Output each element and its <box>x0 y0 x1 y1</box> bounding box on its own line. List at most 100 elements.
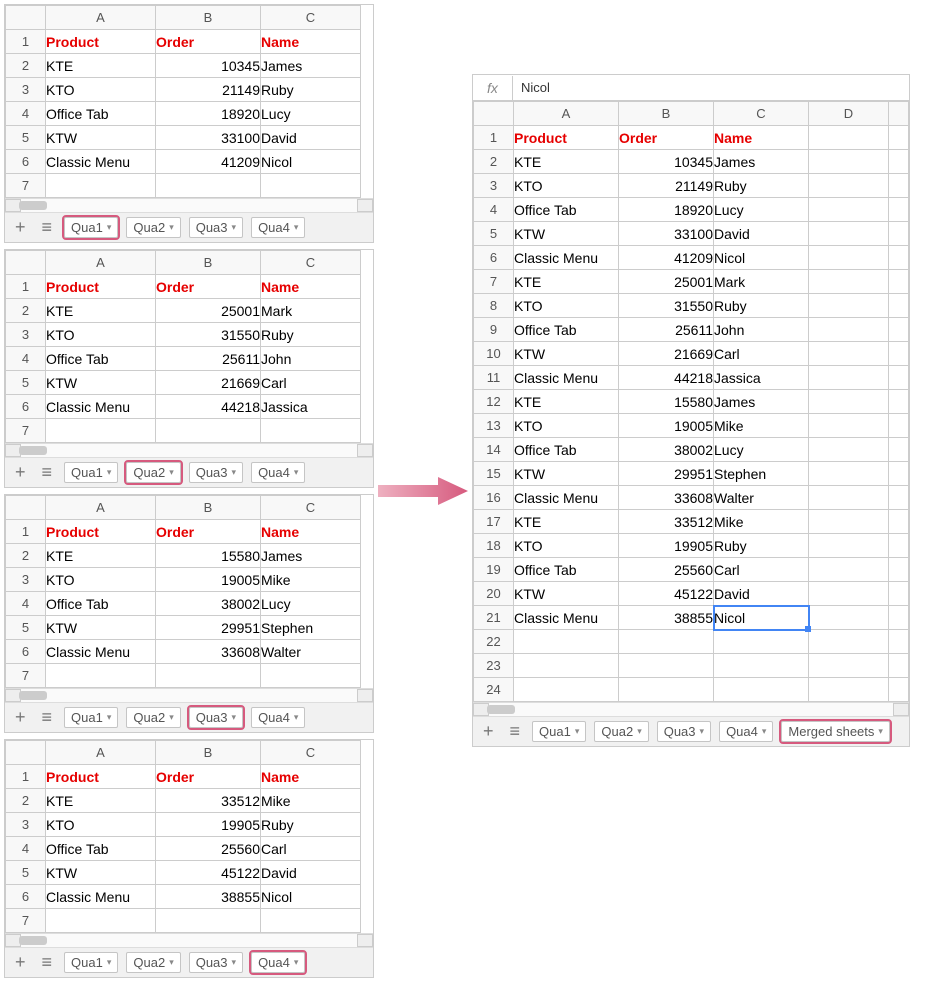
spreadsheet-cell[interactable]: KTO <box>514 294 619 318</box>
spreadsheet-cell[interactable]: Ruby <box>714 534 809 558</box>
spreadsheet-cell[interactable]: Mark <box>261 299 361 323</box>
row-header[interactable]: 4 <box>6 592 46 616</box>
select-all-box[interactable] <box>6 496 46 520</box>
spreadsheet-cell[interactable]: Carl <box>261 371 361 395</box>
all-sheets-icon[interactable]: ≡ <box>38 707 57 728</box>
row-header[interactable]: 5 <box>6 616 46 640</box>
select-all-box[interactable] <box>474 102 514 126</box>
spreadsheet-cell[interactable]: 33608 <box>619 486 714 510</box>
horizontal-scrollbar[interactable] <box>473 702 909 716</box>
spreadsheet-cell[interactable]: 29951 <box>156 616 261 640</box>
spreadsheet-cell[interactable]: KTO <box>46 813 156 837</box>
horizontal-scrollbar[interactable] <box>5 198 373 212</box>
spreadsheet-cell[interactable]: KTW <box>514 222 619 246</box>
spreadsheet-cell[interactable]: Nicol <box>714 246 809 270</box>
spreadsheet-cell[interactable]: 33512 <box>156 789 261 813</box>
col-header-C[interactable]: C <box>261 496 361 520</box>
col-header-A[interactable]: A <box>46 496 156 520</box>
spreadsheet-cell[interactable]: Ruby <box>261 813 361 837</box>
header-cell[interactable]: Name <box>261 765 361 789</box>
horizontal-scrollbar[interactable] <box>5 688 373 702</box>
row-header[interactable]: 10 <box>474 342 514 366</box>
spreadsheet-cell[interactable]: Jassica <box>261 395 361 419</box>
header-cell[interactable]: Product <box>514 126 619 150</box>
row-header[interactable]: 7 <box>6 419 46 443</box>
spreadsheet-cell[interactable]: Classic Menu <box>514 366 619 390</box>
spreadsheet-cell[interactable]: 44218 <box>156 395 261 419</box>
spreadsheet-cell[interactable]: Classic Menu <box>46 885 156 909</box>
row-header[interactable]: 1 <box>6 520 46 544</box>
row-header[interactable]: 14 <box>474 438 514 462</box>
sheet-tab-q3[interactable]: Qua3▾ <box>657 721 711 742</box>
spreadsheet-cell[interactable]: 19005 <box>619 414 714 438</box>
row-header[interactable]: 6 <box>6 395 46 419</box>
spreadsheet-cell[interactable]: KTO <box>514 414 619 438</box>
spreadsheet-cell[interactable]: Carl <box>714 342 809 366</box>
row-header[interactable]: 23 <box>474 654 514 678</box>
spreadsheet-cell[interactable]: 33100 <box>156 126 261 150</box>
spreadsheet-cell[interactable]: Mike <box>261 568 361 592</box>
sheet-tab-q4[interactable]: Qua4▾ <box>719 721 773 742</box>
sheet-tab-q1[interactable]: Qua1▾ <box>64 952 118 973</box>
spreadsheet-cell[interactable]: Office Tab <box>46 347 156 371</box>
row-header[interactable]: 3 <box>6 323 46 347</box>
header-cell[interactable]: Order <box>156 520 261 544</box>
horizontal-scrollbar[interactable] <box>5 933 373 947</box>
spreadsheet-cell[interactable]: Mike <box>261 789 361 813</box>
spreadsheet-cell[interactable]: 10345 <box>156 54 261 78</box>
spreadsheet-cell[interactable]: 41209 <box>619 246 714 270</box>
sheet-tab-q3[interactable]: Qua3▾ <box>189 462 243 483</box>
row-header[interactable]: 4 <box>6 102 46 126</box>
spreadsheet-cell[interactable]: 19905 <box>156 813 261 837</box>
formula-input[interactable]: Nicol <box>513 78 558 97</box>
spreadsheet-cell[interactable]: 33608 <box>156 640 261 664</box>
spreadsheet-cell[interactable]: Classic Menu <box>514 486 619 510</box>
header-cell[interactable]: Order <box>619 126 714 150</box>
all-sheets-icon[interactable]: ≡ <box>38 462 57 483</box>
spreadsheet-cell[interactable]: John <box>261 347 361 371</box>
add-sheet-icon[interactable]: + <box>11 462 30 483</box>
row-header[interactable]: 5 <box>6 371 46 395</box>
spreadsheet-cell[interactable]: KTW <box>46 861 156 885</box>
row-header[interactable]: 3 <box>6 78 46 102</box>
sheet-tab-q3[interactable]: Qua3▾ <box>189 217 243 238</box>
spreadsheet-cell[interactable]: 38855 <box>619 606 714 630</box>
spreadsheet-cell[interactable]: Office Tab <box>514 318 619 342</box>
row-header[interactable]: 2 <box>6 789 46 813</box>
header-cell[interactable]: Product <box>46 765 156 789</box>
spreadsheet-cell[interactable]: KTW <box>514 342 619 366</box>
spreadsheet-cell[interactable]: Office Tab <box>514 198 619 222</box>
spreadsheet-cell[interactable]: 21149 <box>156 78 261 102</box>
row-header[interactable]: 5 <box>474 222 514 246</box>
row-header[interactable]: 7 <box>6 664 46 688</box>
spreadsheet-cell[interactable]: Office Tab <box>514 438 619 462</box>
spreadsheet-cell[interactable]: Office Tab <box>514 558 619 582</box>
row-header[interactable]: 2 <box>6 54 46 78</box>
header-cell[interactable]: Name <box>261 30 361 54</box>
row-header[interactable]: 6 <box>474 246 514 270</box>
row-header[interactable]: 1 <box>6 275 46 299</box>
spreadsheet-cell[interactable]: Walter <box>714 486 809 510</box>
spreadsheet-cell[interactable]: 19005 <box>156 568 261 592</box>
sheet-tab-q4[interactable]: Qua4▾ <box>251 217 305 238</box>
spreadsheet-cell[interactable]: David <box>714 222 809 246</box>
spreadsheet-cell[interactable]: John <box>714 318 809 342</box>
spreadsheet-cell[interactable]: James <box>261 544 361 568</box>
row-header[interactable]: 6 <box>6 885 46 909</box>
spreadsheet-cell[interactable]: 25560 <box>156 837 261 861</box>
spreadsheet-cell[interactable]: Mike <box>714 510 809 534</box>
spreadsheet-cell[interactable]: Nicol <box>261 150 361 174</box>
col-header-C[interactable]: C <box>261 6 361 30</box>
header-cell[interactable]: Order <box>156 275 261 299</box>
header-cell[interactable]: Name <box>714 126 809 150</box>
spreadsheet-cell[interactable]: Mike <box>714 414 809 438</box>
col-header-A[interactable]: A <box>46 251 156 275</box>
spreadsheet-cell[interactable]: 45122 <box>619 582 714 606</box>
horizontal-scrollbar[interactable] <box>5 443 373 457</box>
row-header[interactable]: 1 <box>474 126 514 150</box>
spreadsheet-cell[interactable]: Ruby <box>714 174 809 198</box>
spreadsheet-cell[interactable]: Office Tab <box>46 102 156 126</box>
header-cell[interactable]: Order <box>156 30 261 54</box>
spreadsheet-cell[interactable]: 41209 <box>156 150 261 174</box>
spreadsheet-cell[interactable]: 15580 <box>156 544 261 568</box>
